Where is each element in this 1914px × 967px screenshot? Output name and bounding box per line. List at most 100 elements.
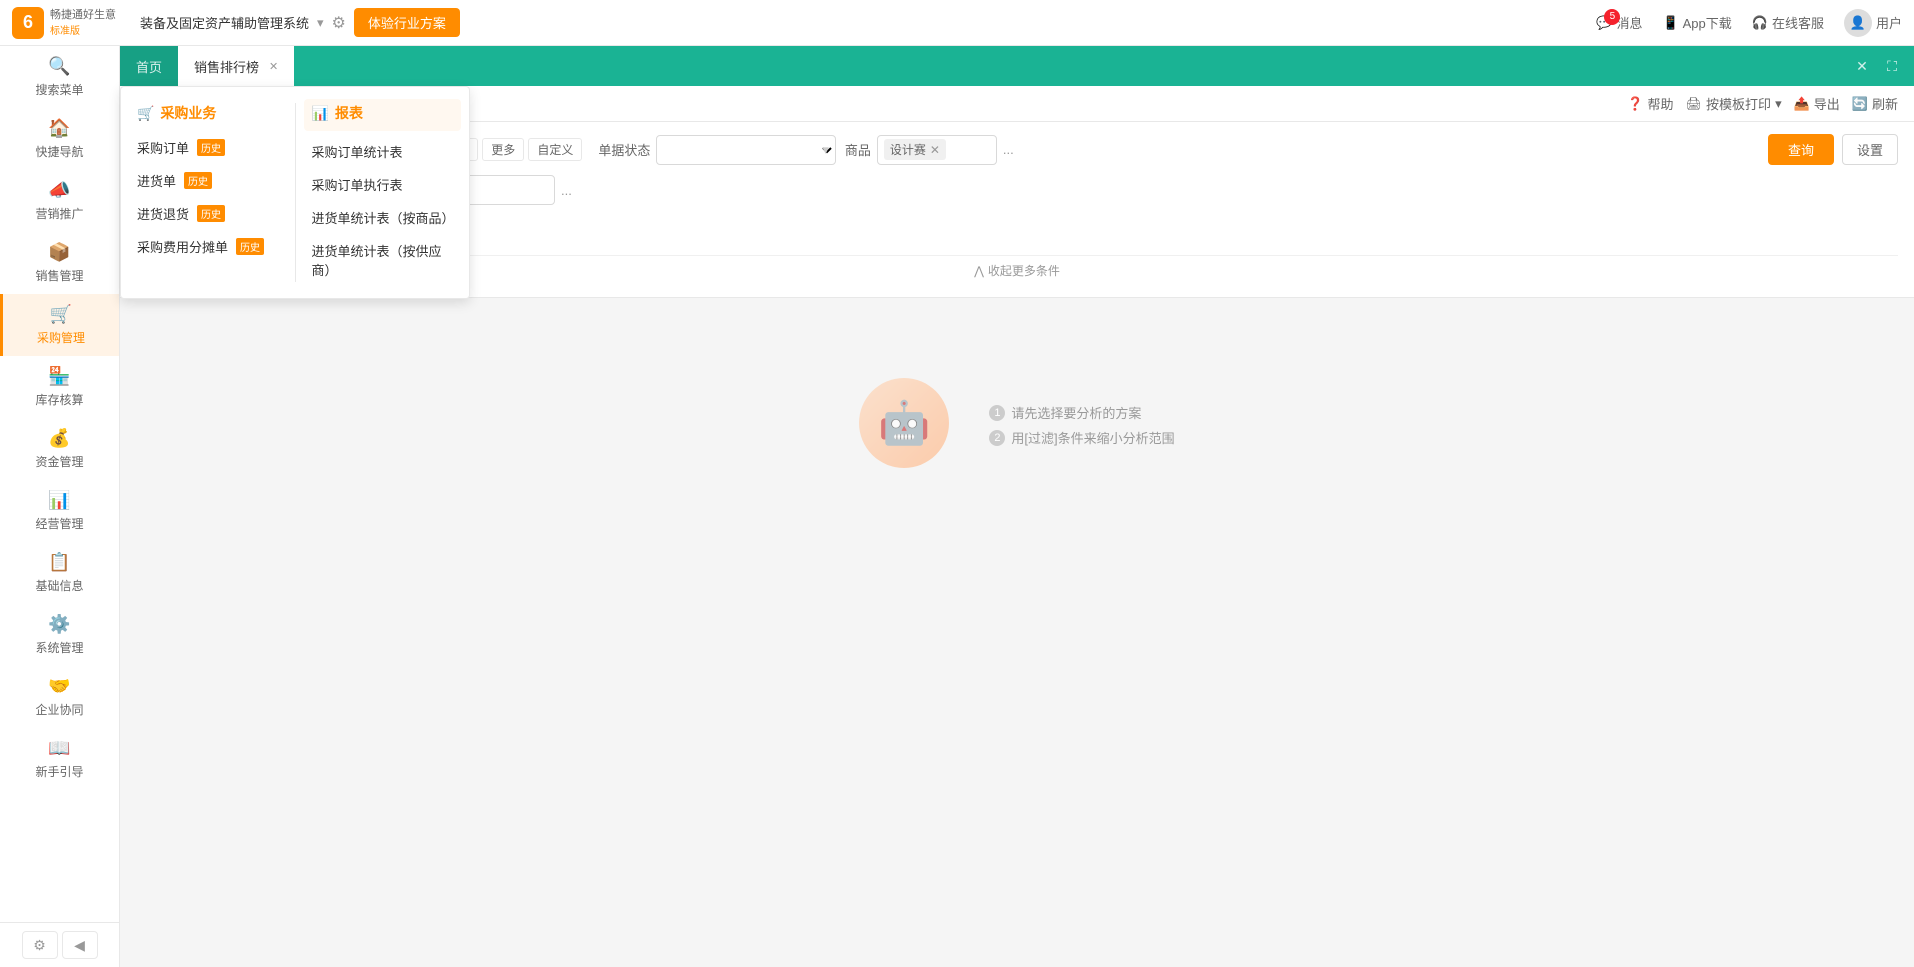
goods-tag-close[interactable]: ✕ — [930, 143, 940, 157]
sidebar-item-inventory[interactable]: 🏪 库存核算 — [0, 356, 119, 418]
expense-label: 采购费用分摊单 — [137, 237, 228, 256]
order-stats-label: 采购订单统计表 — [312, 142, 403, 161]
bill-status-label: 单据状态 — [598, 140, 650, 159]
top-header: 6 畅捷通好生意 标准版 装备及固定资产辅助管理系统 ▾ ⚙ 体验行业方案 💬 … — [0, 0, 1914, 46]
incoming-label: 进货单 — [137, 171, 176, 190]
refresh-icon: 🔄 — [1852, 96, 1868, 112]
history-badge-2: 历史 — [197, 205, 225, 222]
sidebar-item-operation[interactable]: 📊 经营管理 — [0, 480, 119, 542]
sidebar-item-sales[interactable]: 📦 销售管理 — [0, 232, 119, 294]
refresh-button[interactable]: 🔄 刷新 — [1852, 94, 1898, 113]
menu-item-order-exec[interactable]: 采购订单执行表 — [304, 168, 462, 201]
sidebar-marketing-label: 营销推广 — [35, 205, 83, 222]
sidebar-item-enterprise[interactable]: 🤝 企业协同 — [0, 666, 119, 728]
sidebar-operation-label: 经营管理 — [35, 515, 83, 532]
settings-icon[interactable]: ⚙ — [332, 13, 346, 33]
sidebar-item-guide[interactable]: 📖 新手引导 — [0, 728, 119, 790]
sidebar-item-marketing[interactable]: 📣 营销推广 — [0, 170, 119, 232]
search-icon: 🔍 — [48, 56, 70, 77]
menu-item-return[interactable]: 进货退货 历史 — [129, 197, 287, 230]
purchase-section-icon: 🛒 — [137, 105, 154, 122]
tab-close-icon[interactable]: ✕ — [269, 60, 278, 73]
sidebar-search-label: 搜索菜单 — [35, 81, 83, 98]
goods-filter: 商品 设计赛 ✕ ... — [845, 135, 1014, 165]
app-download-action[interactable]: 📱 App下载 — [1662, 13, 1731, 32]
print-button[interactable]: 🖨 按模板打印 ▾ — [1686, 94, 1782, 113]
online-service-action[interactable]: 🎧 在线客服 — [1752, 13, 1824, 32]
menu-item-purchase-order[interactable]: 采购订单 历史 — [129, 131, 287, 164]
print-dropdown-icon: ▾ — [1775, 96, 1782, 112]
operation-icon: 📊 — [48, 490, 70, 511]
sales-icon: 📦 — [48, 242, 70, 263]
robot-illustration: 🤖 — [878, 399, 930, 448]
sidebar-item-capital[interactable]: 💰 资金管理 — [0, 418, 119, 480]
menu-item-incoming-stats-supplier[interactable]: 进货单统计表（按供应商） — [304, 234, 462, 286]
refresh-label: 刷新 — [1872, 94, 1898, 113]
tab-bar: 首页 销售排行榜 ✕ ✕ ⛶ — [120, 46, 1914, 86]
menu-item-incoming-stats-goods[interactable]: 进货单统计表（按商品） — [304, 201, 462, 234]
system-dropdown-icon[interactable]: ▾ — [317, 15, 324, 31]
date-more-btn[interactable]: 更多 — [482, 138, 524, 161]
goods-label: 商品 — [845, 140, 871, 159]
sidebar-item-quick-nav[interactable]: 🏠 快捷导航 — [0, 108, 119, 170]
menu-item-order-stats[interactable]: 采购订单统计表 — [304, 135, 462, 168]
sidebar-item-basic[interactable]: 📋 基础信息 — [0, 542, 119, 604]
message-action[interactable]: 💬 5 消息 — [1596, 13, 1642, 32]
incoming-stats-goods-label: 进货单统计表（按商品） — [312, 208, 454, 227]
message-label: 消息 — [1616, 13, 1642, 32]
tab-close-window-icon[interactable]: ✕ — [1848, 52, 1876, 80]
query-button[interactable]: 查询 — [1768, 134, 1834, 165]
report-menu-section: 📊 报表 采购订单统计表 采购订单执行表 进货单统计表（按商品） 进货单统计表（… — [296, 99, 470, 286]
app-logo: 6 — [12, 7, 44, 39]
tab-controls: ✕ ⛶ — [1848, 52, 1914, 80]
print-label: 按模板打印 — [1706, 94, 1771, 113]
menu-item-incoming[interactable]: 进货单 历史 — [129, 164, 287, 197]
sidebar-collapse-btn[interactable]: ◀ — [62, 931, 98, 959]
purchase-menu-section: 🛒 采购业务 采购订单 历史 进货单 历史 进货退货 历史 采购费用分摊单 历史 — [121, 99, 295, 286]
message-badge: 5 — [1604, 9, 1620, 25]
basic-icon: 📋 — [48, 552, 70, 573]
header-middle: 装备及固定资产辅助管理系统 ▾ ⚙ 体验行业方案 — [132, 8, 1596, 37]
home-icon: 🏠 — [48, 118, 70, 139]
user-action[interactable]: 👤 用户 — [1844, 9, 1902, 37]
system-icon: ⚙️ — [48, 614, 70, 635]
goods-tag: 设计赛 ✕ — [884, 139, 946, 160]
salesman-more-dots[interactable]: ... — [561, 183, 572, 198]
sidebar-item-system[interactable]: ⚙️ 系统管理 — [0, 604, 119, 666]
tab-home-label: 首页 — [136, 57, 162, 76]
tab-home[interactable]: 首页 — [120, 46, 178, 86]
export-button[interactable]: 📤 导出 — [1794, 94, 1840, 113]
enterprise-icon: 🤝 — [48, 676, 70, 697]
sidebar-purchase-label: 采购管理 — [37, 329, 85, 346]
goods-more-dots[interactable]: ... — [1003, 142, 1014, 157]
user-avatar: 👤 — [1844, 9, 1872, 37]
empty-illustration: 🤖 — [859, 378, 959, 478]
menu-item-expense[interactable]: 采购费用分摊单 历史 — [129, 230, 287, 263]
tab-sales-rank[interactable]: 销售排行榜 ✕ — [178, 46, 294, 86]
bill-status-select[interactable] — [656, 135, 836, 165]
tab-maximize-icon[interactable]: ⛶ — [1878, 52, 1906, 80]
date-custom-btn[interactable]: 自定义 — [528, 138, 582, 161]
tab-sales-rank-label: 销售排行榜 — [194, 57, 259, 76]
sidebar-item-purchase[interactable]: 🛒 采购管理 — [0, 294, 119, 356]
goods-tag-text: 设计赛 — [890, 141, 926, 158]
sidebar-settings-btn[interactable]: ⚙ — [22, 931, 58, 959]
sidebar-capital-label: 资金管理 — [35, 453, 83, 470]
empty-state: 🤖 1 请先选择要分析的方案 2 用[过滤]条件来缩小分析范围 — [120, 298, 1914, 558]
empty-tip-1: 1 请先选择要分析的方案 — [989, 403, 1174, 422]
sidebar-sales-label: 销售管理 — [35, 267, 83, 284]
headset-icon: 🎧 — [1752, 15, 1768, 31]
help-button[interactable]: ❓ 帮助 — [1627, 94, 1673, 113]
incoming-stats-supplier-label: 进货单统计表（按供应商） — [312, 241, 454, 279]
sidebar-guide-label: 新手引导 — [35, 763, 83, 780]
tip-text-2: 用[过滤]条件来缩小分析范围 — [1011, 428, 1174, 447]
header-right: 💬 5 消息 📱 App下载 🎧 在线客服 👤 用户 — [1596, 9, 1902, 37]
history-badge-1: 历史 — [184, 172, 212, 189]
sidebar-item-search[interactable]: 🔍 搜索菜单 — [0, 46, 119, 108]
tip-num-1: 1 — [989, 405, 1005, 421]
capital-icon: 💰 — [48, 428, 70, 449]
history-badge-3: 历史 — [236, 238, 264, 255]
industry-button[interactable]: 体验行业方案 — [354, 8, 460, 37]
print-icon: 🖨 — [1686, 96, 1703, 112]
set-button[interactable]: 设置 — [1842, 134, 1898, 165]
